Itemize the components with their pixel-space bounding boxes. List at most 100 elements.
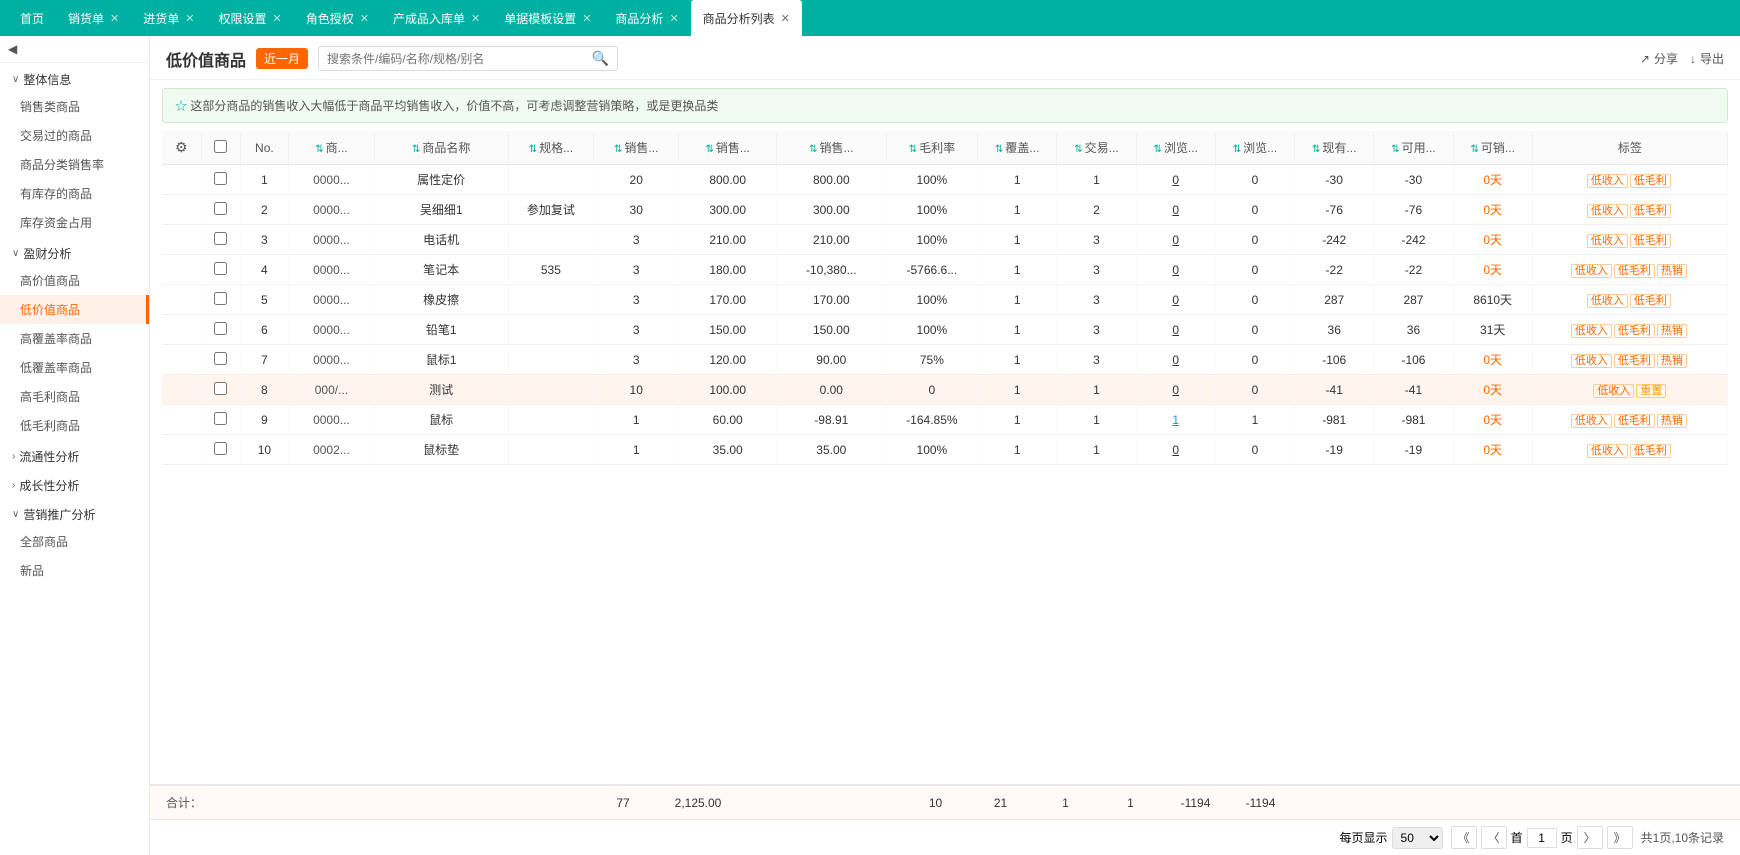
last-page-button[interactable]: 》 bbox=[1607, 826, 1633, 849]
sidebar-group-flow-title[interactable]: › 流通性分析 bbox=[0, 440, 149, 469]
sidebar-group-profit-title[interactable]: ∨ 盈财分析 bbox=[0, 237, 149, 266]
nav-permissions[interactable]: 权限设置 ✕ bbox=[206, 0, 293, 36]
prev-page-button[interactable]: 〈 bbox=[1481, 826, 1507, 849]
column-gross-rate[interactable]: ⇅毛利率 bbox=[886, 131, 977, 165]
column-coverage[interactable]: ⇅覆盖... bbox=[978, 131, 1057, 165]
cell-browse1[interactable]: 0 bbox=[1136, 285, 1215, 315]
sidebar-group-marketing-title[interactable]: ∨ 营销推广分析 bbox=[0, 498, 149, 527]
close-icon[interactable]: ✕ bbox=[185, 12, 194, 25]
row-checkbox[interactable] bbox=[214, 292, 227, 305]
cell-checkbox[interactable] bbox=[201, 435, 240, 465]
column-name[interactable]: ⇅商品名称 bbox=[374, 131, 508, 165]
row-checkbox[interactable] bbox=[214, 412, 227, 425]
nav-template-settings[interactable]: 单据模板设置 ✕ bbox=[492, 0, 603, 36]
row-checkbox[interactable] bbox=[214, 322, 227, 335]
cell-checkbox[interactable] bbox=[201, 225, 240, 255]
sidebar-item-all-products[interactable]: 全部商品 bbox=[0, 527, 149, 556]
browse1-link[interactable]: 0 bbox=[1172, 233, 1179, 247]
cell-checkbox[interactable] bbox=[201, 375, 240, 405]
browse1-link[interactable]: 0 bbox=[1172, 203, 1179, 217]
browse1-link[interactable]: 0 bbox=[1172, 353, 1179, 367]
nav-finished-goods[interactable]: 产成品入库单 ✕ bbox=[381, 0, 492, 36]
column-trade[interactable]: ⇅交易... bbox=[1057, 131, 1136, 165]
sidebar-item-category-sales[interactable]: 商品分类销售率 bbox=[0, 150, 149, 179]
close-icon[interactable]: ✕ bbox=[110, 12, 119, 25]
sidebar-item-new-products[interactable]: 新品 bbox=[0, 556, 149, 585]
row-checkbox[interactable] bbox=[214, 232, 227, 245]
cell-browse1[interactable]: 0 bbox=[1136, 165, 1215, 195]
close-icon[interactable]: ✕ bbox=[582, 12, 591, 25]
column-current-inv[interactable]: ⇅现有... bbox=[1295, 131, 1374, 165]
column-browse1[interactable]: ⇅浏览... bbox=[1136, 131, 1215, 165]
sidebar-item-inventory-products[interactable]: 有库存的商品 bbox=[0, 179, 149, 208]
cell-browse1[interactable]: 0 bbox=[1136, 375, 1215, 405]
nav-product-analysis[interactable]: 商品分析 ✕ bbox=[603, 0, 690, 36]
column-checkbox[interactable] bbox=[201, 131, 240, 165]
column-code[interactable]: ⇅商... bbox=[289, 131, 374, 165]
browse1-link[interactable]: 0 bbox=[1172, 443, 1179, 457]
cell-checkbox[interactable] bbox=[201, 345, 240, 375]
row-checkbox[interactable] bbox=[214, 352, 227, 365]
cell-browse1[interactable]: 0 bbox=[1136, 195, 1215, 225]
row-checkbox[interactable] bbox=[214, 442, 227, 455]
cell-checkbox[interactable] bbox=[201, 285, 240, 315]
sidebar-item-inventory-capital[interactable]: 库存资金占用 bbox=[0, 208, 149, 237]
cell-checkbox[interactable] bbox=[201, 165, 240, 195]
sidebar-group-growth-title[interactable]: › 成长性分析 bbox=[0, 469, 149, 498]
nav-sales-order[interactable]: 销货单 ✕ bbox=[56, 0, 131, 36]
cell-browse1[interactable]: 0 bbox=[1136, 315, 1215, 345]
nav-purchase-order[interactable]: 进货单 ✕ bbox=[131, 0, 206, 36]
column-sales3[interactable]: ⇅销售... bbox=[776, 131, 886, 165]
sidebar-item-high-coverage[interactable]: 高覆盖率商品 bbox=[0, 324, 149, 353]
sidebar-group-overall-title[interactable]: ∨ 整体信息 bbox=[0, 63, 149, 92]
sidebar-collapse-btn[interactable]: ◀ bbox=[8, 42, 17, 56]
close-icon[interactable]: ✕ bbox=[669, 12, 678, 25]
browse1-link[interactable]: 0 bbox=[1172, 173, 1179, 187]
search-icon[interactable]: 🔍 bbox=[592, 50, 609, 67]
first-page-button[interactable]: 《 bbox=[1451, 826, 1477, 849]
cell-browse1[interactable]: 0 bbox=[1136, 255, 1215, 285]
sidebar-item-low-coverage[interactable]: 低覆盖率商品 bbox=[0, 353, 149, 382]
close-icon[interactable]: ✕ bbox=[471, 12, 480, 25]
cell-browse1[interactable]: 0 bbox=[1136, 435, 1215, 465]
sidebar-item-high-value[interactable]: 高价值商品 bbox=[0, 266, 149, 295]
close-icon[interactable]: ✕ bbox=[273, 12, 282, 25]
cell-browse1[interactable]: 0 bbox=[1136, 225, 1215, 255]
close-icon[interactable]: ✕ bbox=[781, 12, 790, 25]
column-available-inv[interactable]: ⇅可用... bbox=[1374, 131, 1453, 165]
export-button[interactable]: ↓ 导出 bbox=[1690, 50, 1724, 67]
nav-home[interactable]: 首页 bbox=[8, 0, 56, 36]
sidebar-item-low-profit[interactable]: 低毛利商品 bbox=[0, 411, 149, 440]
period-tag[interactable]: 近一月 bbox=[256, 48, 308, 69]
sidebar-item-sales-products[interactable]: 销售类商品 bbox=[0, 92, 149, 121]
nav-product-analysis-list[interactable]: 商品分析列表 ✕ bbox=[691, 0, 802, 36]
browse1-link[interactable]: 0 bbox=[1172, 263, 1179, 277]
browse1-link[interactable]: 0 bbox=[1172, 383, 1179, 397]
row-checkbox[interactable] bbox=[214, 262, 227, 275]
cell-checkbox[interactable] bbox=[201, 255, 240, 285]
cell-checkbox[interactable] bbox=[201, 315, 240, 345]
browse1-link[interactable]: 0 bbox=[1172, 293, 1179, 307]
sidebar-item-traded-products[interactable]: 交易过的商品 bbox=[0, 121, 149, 150]
row-checkbox[interactable] bbox=[214, 172, 227, 185]
search-input[interactable] bbox=[327, 52, 588, 66]
column-sales2[interactable]: ⇅销售... bbox=[679, 131, 777, 165]
next-page-button[interactable]: 〉 bbox=[1577, 826, 1603, 849]
row-checkbox[interactable] bbox=[214, 382, 227, 395]
cell-checkbox[interactable] bbox=[201, 405, 240, 435]
column-browse2[interactable]: ⇅浏览... bbox=[1215, 131, 1294, 165]
select-all-checkbox[interactable] bbox=[214, 140, 227, 153]
column-sales1[interactable]: ⇅销售... bbox=[594, 131, 679, 165]
sidebar-item-low-value[interactable]: 低价值商品 bbox=[0, 295, 149, 324]
sidebar-item-high-profit[interactable]: 高毛利商品 bbox=[0, 382, 149, 411]
close-icon[interactable]: ✕ bbox=[360, 12, 369, 25]
cell-checkbox[interactable] bbox=[201, 195, 240, 225]
nav-role-auth[interactable]: 角色授权 ✕ bbox=[294, 0, 381, 36]
browse1-link[interactable]: 1 bbox=[1172, 413, 1179, 427]
row-checkbox[interactable] bbox=[214, 202, 227, 215]
browse1-link[interactable]: 0 bbox=[1172, 323, 1179, 337]
column-sellable-inv[interactable]: ⇅可销... bbox=[1453, 131, 1532, 165]
column-gear[interactable]: ⚙ bbox=[162, 131, 201, 165]
column-spec[interactable]: ⇅规格... bbox=[508, 131, 593, 165]
cell-browse1[interactable]: 0 bbox=[1136, 345, 1215, 375]
